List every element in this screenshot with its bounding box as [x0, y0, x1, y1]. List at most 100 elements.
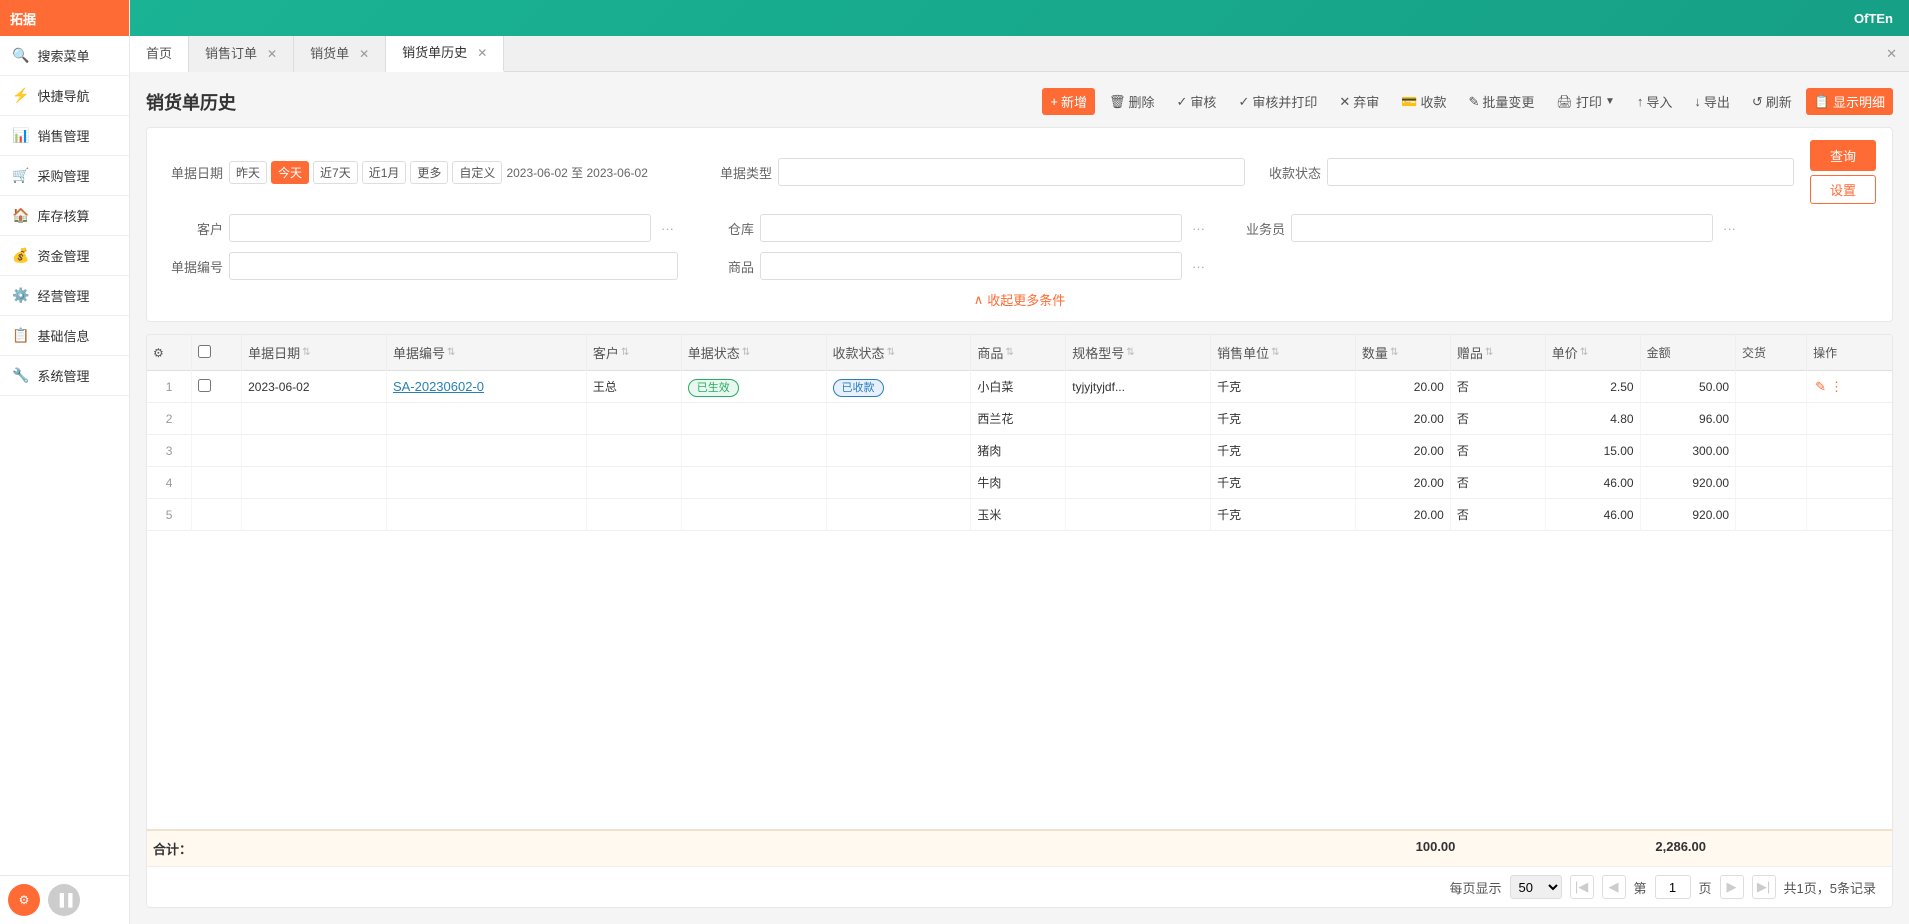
- filter-panel: 单据日期 昨天 今天 近7天 近1月 更多 自定义 2023-06-02 至 2…: [146, 127, 1893, 322]
- date-more-btn[interactable]: 更多: [410, 161, 448, 184]
- row-checkbox[interactable]: [192, 371, 242, 403]
- th-checkbox[interactable]: [192, 335, 242, 371]
- tab-sales-order[interactable]: 销售订单 ✕: [189, 36, 294, 72]
- row-doc-no[interactable]: [386, 403, 586, 435]
- page-input[interactable]: [1655, 875, 1691, 899]
- filter-doc-no: 单据编号: [163, 252, 678, 280]
- print-button[interactable]: 🖨 打印 ▼: [1548, 88, 1622, 115]
- sidebar-item-purchase-mgmt[interactable]: 🛒 采购管理: [0, 156, 129, 196]
- goods-dots[interactable]: ···: [1188, 259, 1209, 274]
- collapse-btn[interactable]: ∧ 收起更多条件: [163, 290, 1876, 309]
- sales-person-input[interactable]: [1291, 214, 1713, 242]
- sidebar-item-fund-mgmt[interactable]: 💰 资金管理: [0, 236, 129, 276]
- filter-sales-person: 业务员 ···: [1225, 214, 1740, 242]
- row-doc-no[interactable]: SA-20230602-0: [386, 371, 586, 403]
- sidebar-item-basic-info[interactable]: 📋 基础信息: [0, 316, 129, 356]
- audit-print-button[interactable]: ✓ 审核并打印: [1230, 88, 1325, 115]
- sidebar-bottom-btn1[interactable]: ⚙: [8, 884, 40, 916]
- tabs-close-all[interactable]: ✕: [1874, 46, 1909, 62]
- delete-button[interactable]: 🗑 删除: [1101, 88, 1163, 115]
- sidebar-item-sys-mgmt[interactable]: 🔧 系统管理: [0, 356, 129, 396]
- goods-input[interactable]: [760, 252, 1182, 280]
- date-custom-btn[interactable]: 自定义: [452, 161, 502, 184]
- row-doc-no[interactable]: [386, 435, 586, 467]
- set-button[interactable]: 设置: [1810, 175, 1876, 204]
- row-amount: 96.00: [1640, 403, 1735, 435]
- tab-sales-delivery[interactable]: 销货单 ✕: [294, 36, 386, 72]
- th-payment-status[interactable]: 收款状态⇅: [826, 335, 971, 371]
- th-customer[interactable]: 客户⇅: [586, 335, 681, 371]
- th-doc-no[interactable]: 单据编号⇅: [386, 335, 586, 371]
- th-date[interactable]: 单据日期⇅: [242, 335, 387, 371]
- tab-home[interactable]: 首页: [130, 36, 189, 72]
- row-transaction: [1736, 371, 1807, 403]
- date-yesterday-btn[interactable]: 昨天: [229, 161, 267, 184]
- row-checkbox[interactable]: [192, 403, 242, 435]
- row-transaction: [1736, 403, 1807, 435]
- print-dropdown-icon: ▼: [1605, 96, 1615, 107]
- customer-input[interactable]: [229, 214, 651, 242]
- th-settings[interactable]: ⚙: [147, 335, 192, 371]
- refresh-button[interactable]: ↺ 刷新: [1744, 88, 1800, 115]
- sidebar-item-quick-nav[interactable]: ⚡ 快捷导航: [0, 76, 129, 116]
- purchase-icon: 🛒: [12, 167, 29, 184]
- collect-button[interactable]: 💳 收款: [1393, 88, 1454, 115]
- tab-sales-history[interactable]: 销货单历史 ✕: [386, 36, 504, 72]
- batch-change-button[interactable]: ✎ 批量变更: [1460, 88, 1542, 115]
- import-button[interactable]: ↑ 导入: [1629, 88, 1681, 115]
- row-checkbox[interactable]: [192, 435, 242, 467]
- op-edit-btn[interactable]: ✎: [1813, 379, 1828, 395]
- customer-dots[interactable]: ···: [657, 221, 678, 236]
- sidebar-item-ops-mgmt[interactable]: ⚙️ 经营管理: [0, 276, 129, 316]
- row-checkbox[interactable]: [192, 499, 242, 531]
- tab-sales-delivery-close[interactable]: ✕: [359, 36, 369, 72]
- sidebar-item-sales-mgmt[interactable]: 📊 销售管理: [0, 116, 129, 156]
- page-size-select[interactable]: 10 20 50 100: [1510, 875, 1562, 899]
- th-goods[interactable]: 商品⇅: [971, 335, 1066, 371]
- row-doc-no[interactable]: [386, 467, 586, 499]
- date-1month-btn[interactable]: 近1月: [362, 161, 407, 184]
- sidebar-item-search-menu[interactable]: 🔍 搜索菜单: [0, 36, 129, 76]
- th-qty[interactable]: 数量⇅: [1355, 335, 1450, 371]
- fund-icon: 💰: [12, 247, 29, 264]
- page-label-before: 第: [1634, 878, 1647, 897]
- sys-icon: 🔧: [12, 367, 29, 384]
- th-gift[interactable]: 赠品⇅: [1450, 335, 1545, 371]
- th-spec[interactable]: 规格型号⇅: [1066, 335, 1211, 371]
- row-checkbox[interactable]: [192, 467, 242, 499]
- doc-no-input[interactable]: [229, 252, 678, 280]
- sidebar-bottom-btn2[interactable]: ▐▐: [48, 884, 80, 916]
- row-customer: 王总: [586, 371, 681, 403]
- sales-person-dots[interactable]: ···: [1719, 221, 1740, 236]
- date-today-btn[interactable]: 今天: [271, 161, 309, 184]
- date-7days-btn[interactable]: 近7天: [313, 161, 358, 184]
- warehouse-dots[interactable]: ···: [1188, 221, 1209, 236]
- payment-status-label: 收款状态: [1261, 163, 1321, 182]
- select-all-checkbox[interactable]: [198, 345, 211, 358]
- first-page-btn[interactable]: |◀: [1570, 875, 1594, 899]
- next-page-btn[interactable]: ▶: [1720, 875, 1744, 899]
- row-price: 4.80: [1545, 403, 1640, 435]
- last-page-btn[interactable]: ▶|: [1752, 875, 1776, 899]
- warehouse-input[interactable]: [760, 214, 1182, 242]
- op-more-btn[interactable]: ⋮: [1828, 379, 1845, 395]
- query-button[interactable]: 查询: [1810, 140, 1876, 171]
- row-index: 3: [147, 435, 192, 467]
- th-doc-status[interactable]: 单据状态⇅: [681, 335, 826, 371]
- show-detail-button[interactable]: 📋 显示明细: [1806, 88, 1893, 115]
- payment-status-select[interactable]: [1327, 158, 1794, 186]
- prev-page-btn[interactable]: ◀: [1602, 875, 1626, 899]
- row-date: [242, 403, 387, 435]
- doc-type-select[interactable]: [778, 158, 1245, 186]
- tab-sales-history-close[interactable]: ✕: [477, 35, 487, 71]
- audit-button[interactable]: ✓ 审核: [1169, 88, 1225, 115]
- th-unit[interactable]: 销售单位⇅: [1211, 335, 1356, 371]
- th-price[interactable]: 单价⇅: [1545, 335, 1640, 371]
- sidebar-item-inventory[interactable]: 🏠 库存核算: [0, 196, 129, 236]
- new-button[interactable]: + 新增: [1042, 88, 1095, 115]
- export-button[interactable]: ↓ 导出: [1686, 88, 1738, 115]
- abandon-button[interactable]: ✕ 弃审: [1331, 88, 1387, 115]
- tab-sales-order-close[interactable]: ✕: [267, 36, 277, 72]
- row-doc-no[interactable]: [386, 499, 586, 531]
- search-icon: 🔍: [12, 47, 29, 64]
